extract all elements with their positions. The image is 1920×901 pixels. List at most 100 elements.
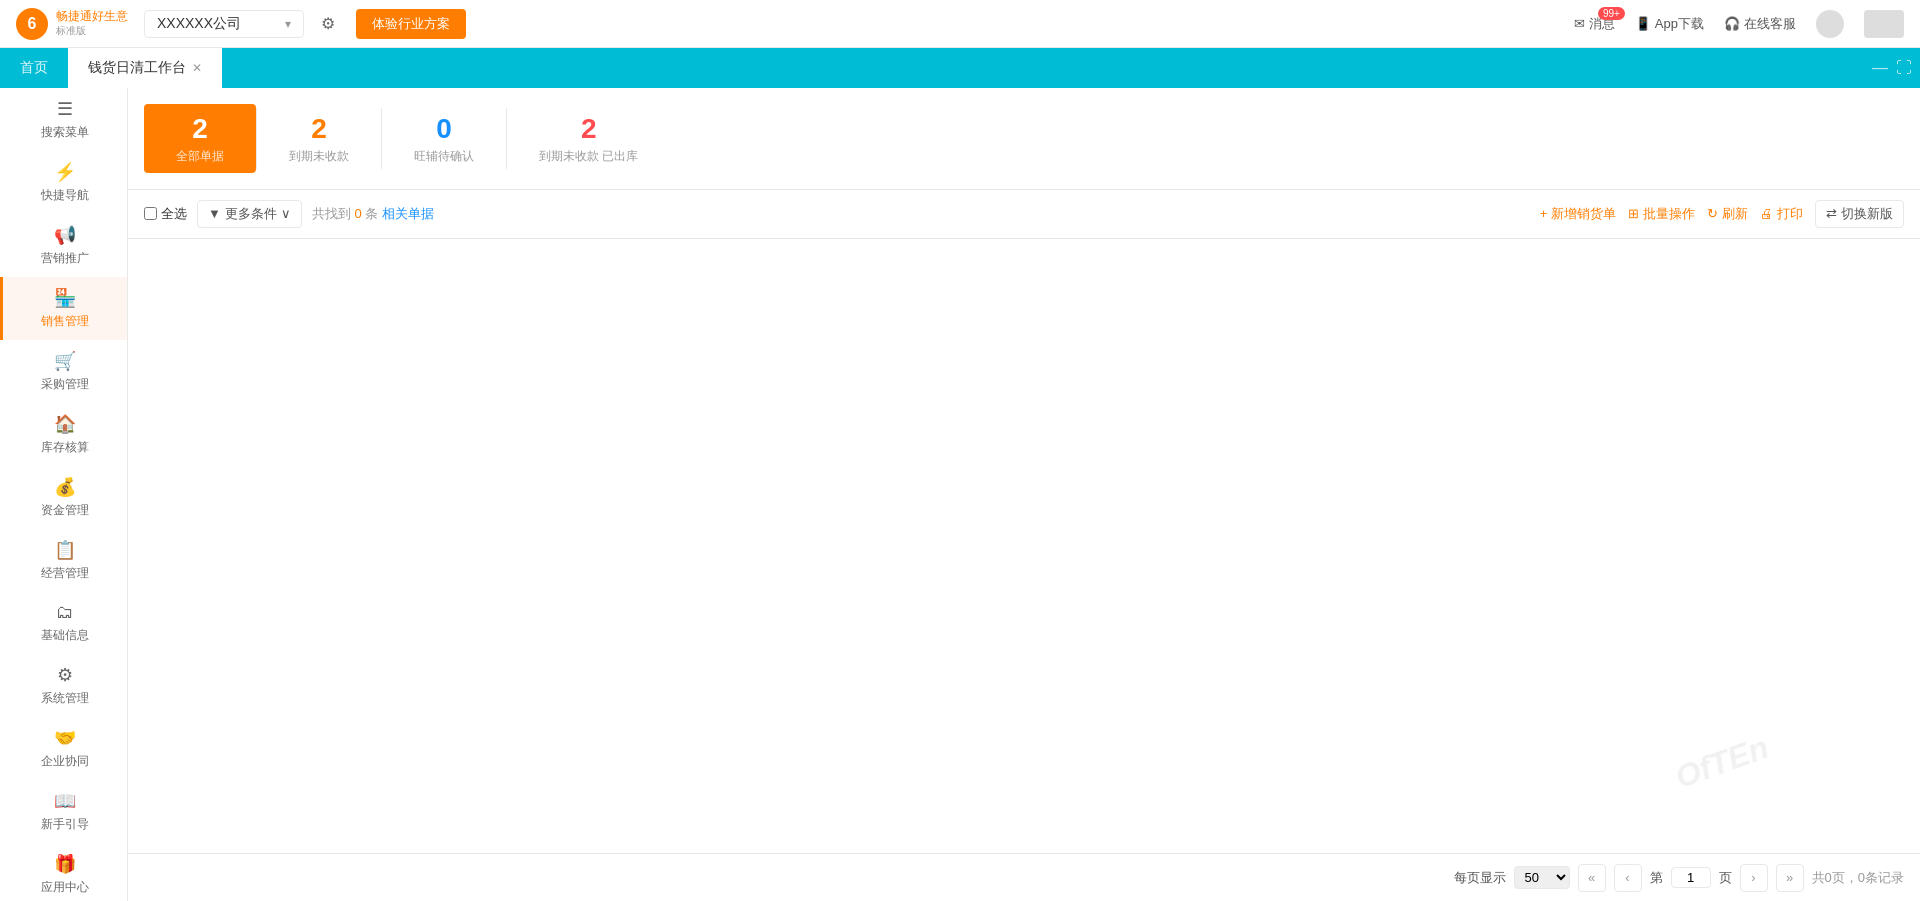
summary-card-overdue[interactable]: 2 到期未收款 [257,104,381,173]
tab-close-icon[interactable]: ✕ [192,61,202,75]
pagination: 每页显示 50 100 200 « ‹ 第 页 › » 共0页，0条记录 [128,853,1920,901]
message-badge: 99+ [1598,7,1625,20]
sidebar-item-inventory[interactable]: 🏠 库存核算 [0,403,127,466]
page-input[interactable] [1671,867,1711,888]
batch-operation-button[interactable]: ⊞ 批量操作 [1628,205,1695,223]
prev-page-button[interactable]: ‹ [1614,864,1642,892]
header-right: ✉ 消息 99+ 📱 App下载 🎧 在线客服 [1574,10,1904,38]
add-sales-order-button[interactable]: + 新增销货单 [1540,205,1616,223]
sidebar-item-operations[interactable]: 📋 经营管理 [0,529,127,592]
next-page-button[interactable]: › [1740,864,1768,892]
maximize-icon[interactable]: ⛶ [1896,59,1912,77]
top-header: 6 畅捷通好生意 标准版 XXXXXX公司 ▾ ⚙ 体验行业方案 ✉ 消息 99… [0,0,1920,48]
card-label-overdue: 到期未收款 [289,148,349,165]
logo-sub: 标准版 [56,24,128,38]
last-page-button[interactable]: » [1776,864,1804,892]
toolbar: 全选 ▼ 更多条件 ∨ 共找到 0 条 相关单据 + 新增销货单 [128,190,1920,239]
card-label-all: 全部单据 [176,148,224,165]
message-button[interactable]: ✉ 消息 99+ [1574,15,1615,33]
card-label-wangfu: 旺辅待确认 [414,148,474,165]
inventory-icon: 🏠 [54,413,76,435]
sidebar-item-system[interactable]: ⚙ 系统管理 [0,654,127,717]
system-icon: ⚙ [57,664,73,686]
sidebar-item-guide[interactable]: 📖 新手引导 [0,780,127,843]
first-page-button[interactable]: « [1578,864,1606,892]
experience-button[interactable]: 体验行业方案 [356,9,466,39]
minimize-icon[interactable]: — [1872,59,1888,77]
logo-icon: 6 [16,8,48,40]
nav-tabs-right-actions: — ⛶ [1872,48,1920,88]
company-selector[interactable]: XXXXXX公司 ▾ [144,10,304,38]
checkbox-input[interactable] [144,207,157,220]
user-name-area[interactable] [1864,10,1904,38]
total-info: 共0页，0条记录 [1812,869,1904,887]
sidebar-item-quicknav[interactable]: ⚡ 快捷导航 [0,151,127,214]
summary-card-all[interactable]: 2 全部单据 [144,104,256,173]
sidebar-item-enterprise[interactable]: 🤝 企业协同 [0,717,127,780]
quicknav-icon: ⚡ [54,161,76,183]
sidebar-item-purchase[interactable]: 🛒 采购管理 [0,340,127,403]
print-icon: 🖨 [1760,206,1773,221]
per-page-label: 每页显示 [1454,869,1506,887]
operations-icon: 📋 [54,539,76,561]
main-content: 2 全部单据 2 到期未收款 0 旺辅待确认 2 到期未收款 已出库 [128,88,1920,901]
sidebar-item-appcenter[interactable]: 🎁 应用中心 [0,843,127,901]
refresh-icon: ↻ [1707,206,1718,221]
found-count: 0 [355,206,362,221]
table-area [128,239,1920,853]
marketing-icon: 📢 [54,224,76,246]
search-menu-icon: ☰ [57,98,73,120]
gear-icon: ⚙ [321,14,335,33]
select-all-checkbox[interactable]: 全选 [144,205,187,223]
card-count-all: 2 [192,112,208,146]
card-count-wangfu: 0 [436,112,452,146]
enterprise-icon: 🤝 [54,727,76,749]
prev-page-icon: ‹ [1625,870,1629,885]
settings-button[interactable]: ⚙ [312,8,344,40]
chevron-down-icon: ▾ [285,17,291,31]
first-page-icon: « [1588,870,1595,885]
filter-button[interactable]: ▼ 更多条件 ∨ [197,200,302,228]
toolbar-right: + 新增销货单 ⊞ 批量操作 ↻ 刷新 🖨 打印 ⇄ 切换新版 [1540,200,1904,228]
batch-icon: ⊞ [1628,206,1639,221]
switch-icon: ⇄ [1826,206,1837,221]
online-service-button[interactable]: 🎧 在线客服 [1724,15,1796,33]
page-end-label: 页 [1719,869,1732,887]
company-name: XXXXXX公司 [157,15,277,33]
main-layout: ☰ 搜索菜单 ⚡ 快捷导航 📢 营销推广 🏪 销售管理 🛒 采购管理 🏠 库存核… [0,88,1920,901]
refresh-button[interactable]: ↻ 刷新 [1707,205,1748,223]
logo-name: 畅捷通好生意 [56,9,128,25]
app-download-button[interactable]: 📱 App下载 [1635,15,1704,33]
summary-card-overdue-shipped[interactable]: 2 到期未收款 已出库 [507,104,670,173]
sidebar-item-finance[interactable]: 💰 资金管理 [0,466,127,529]
sidebar-item-search[interactable]: ☰ 搜索菜单 [0,88,127,151]
print-button[interactable]: 🖨 打印 [1760,205,1803,223]
nav-tabs-bar: 首页 钱货日清工作台 ✕ — ⛶ [0,48,1920,88]
avatar[interactable] [1816,10,1844,38]
per-page-select[interactable]: 50 100 200 [1514,866,1570,889]
appcenter-icon: 🎁 [54,853,76,875]
tab-home[interactable]: 首页 [0,48,68,88]
toolbar-left: 全选 ▼ 更多条件 ∨ 共找到 0 条 相关单据 [144,200,1528,228]
filter-icon: ▼ [208,206,221,221]
found-text: 共找到 0 条 相关单据 [312,205,434,223]
switch-version-button[interactable]: ⇄ 切换新版 [1815,200,1904,228]
summary-cards: 2 全部单据 2 到期未收款 0 旺辅待确认 2 到期未收款 已出库 [128,88,1920,190]
sidebar-item-sales[interactable]: 🏪 销售管理 [0,277,127,340]
download-icon: 📱 [1635,16,1651,31]
card-label-overdue-shipped: 到期未收款 已出库 [539,148,638,165]
logo-area: 6 畅捷通好生意 标准版 [16,8,144,40]
chevron-down-icon: ∨ [281,206,291,221]
tab-qianhuoricleaning[interactable]: 钱货日清工作台 ✕ [68,48,222,88]
sidebar-item-marketing[interactable]: 📢 营销推广 [0,214,127,277]
sales-icon: 🏪 [54,287,76,309]
last-page-icon: » [1786,870,1793,885]
card-count-overdue-shipped: 2 [581,112,597,146]
related-orders-link[interactable]: 相关单据 [382,206,434,221]
page-label: 第 [1650,869,1663,887]
service-icon: 🎧 [1724,16,1740,31]
next-page-icon: › [1751,870,1755,885]
card-count-overdue: 2 [311,112,327,146]
sidebar-item-basicinfo[interactable]: 🗂 基础信息 [0,592,127,654]
summary-card-wangfu[interactable]: 0 旺辅待确认 [382,104,506,173]
